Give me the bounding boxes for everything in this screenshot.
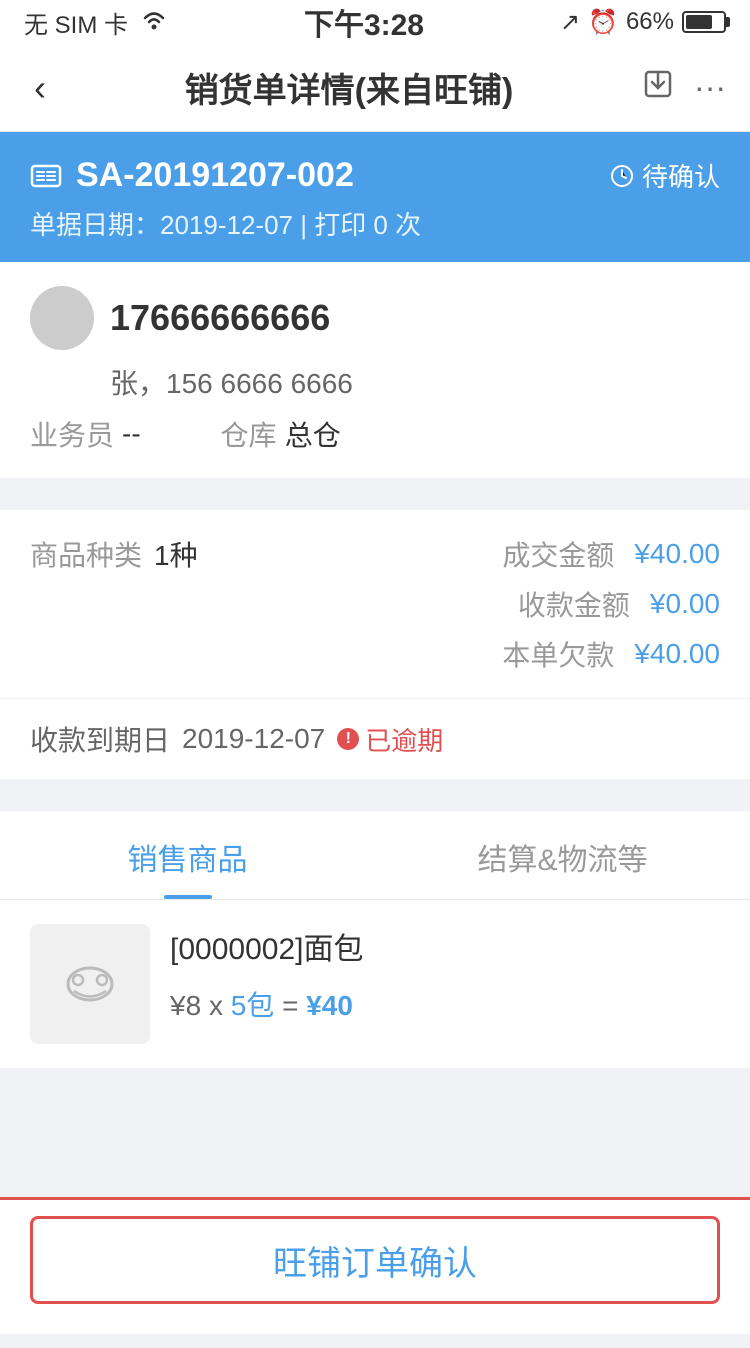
tab-label-0: 销售商品 bbox=[128, 844, 248, 877]
product-info: [0000002]面包 ¥8 x 5包 = ¥40 bbox=[170, 924, 720, 1024]
overdue-dot-icon: ! bbox=[337, 728, 359, 750]
price-total: ¥40 bbox=[306, 990, 353, 1021]
tab-bar: 销售商品 结算&物流等 bbox=[0, 811, 750, 900]
tab-label-1: 结算&物流等 bbox=[477, 844, 647, 877]
wifi-icon bbox=[140, 8, 168, 36]
due-date-value: 2019-12-07 bbox=[182, 723, 325, 755]
customer-name: 张，156 6666 6666 bbox=[30, 362, 720, 402]
price-equals: = bbox=[282, 990, 306, 1021]
order-id: SA-20191207-002 bbox=[30, 156, 354, 195]
battery-percent: 66% bbox=[626, 8, 674, 36]
product-types: 商品种类 1种 bbox=[30, 534, 375, 574]
battery-icon bbox=[682, 11, 726, 33]
tab-settlement[interactable]: 结算&物流等 bbox=[375, 811, 750, 899]
customer-phone: 17666666666 bbox=[110, 297, 330, 339]
order-status: 待确认 bbox=[610, 157, 720, 194]
divider-2 bbox=[0, 779, 750, 795]
divider-1 bbox=[0, 494, 750, 510]
product-name: [0000002]面包 bbox=[170, 924, 720, 968]
salesperson-info: 业务员 -- bbox=[30, 414, 141, 454]
due-date-label: 收款到期日 bbox=[30, 719, 170, 759]
customer-section: 17666666666 张，156 6666 6666 业务员 -- 仓库 总仓 bbox=[0, 262, 750, 478]
bottom-action: 旺铺订单确认 bbox=[0, 1197, 750, 1334]
product-types-label: 商品种类 bbox=[30, 534, 142, 574]
nav-right-actions: ··· bbox=[642, 68, 726, 108]
carrier-text: 无 SIM 卡 bbox=[24, 5, 128, 40]
price-multiply: x bbox=[209, 990, 231, 1021]
warehouse-value: 总仓 bbox=[285, 414, 341, 454]
price-unit: ¥8 bbox=[170, 990, 201, 1021]
amount-label-2: 本单欠款 bbox=[502, 634, 614, 674]
summary-section: 商品种类 1种 成交金额 ¥40.00 收款金额 ¥0.00 本单欠款 ¥40.… bbox=[0, 510, 750, 698]
warehouse-label: 仓库 bbox=[221, 414, 277, 454]
avatar bbox=[30, 286, 94, 350]
customer-meta: 业务员 -- 仓库 总仓 bbox=[30, 414, 720, 454]
order-date: 单据日期：2019-12-07 | 打印 0 次 bbox=[30, 205, 720, 242]
overdue-badge: ! 已逾期 bbox=[337, 721, 443, 758]
salesperson-label: 业务员 bbox=[30, 414, 114, 454]
amount-row-2: 本单欠款 ¥40.00 bbox=[502, 634, 720, 674]
status-right: ↗ ⏰ 66% bbox=[560, 8, 726, 37]
amount-row-0: 成交金额 ¥40.00 bbox=[502, 534, 720, 574]
tab-sales-products[interactable]: 销售商品 bbox=[0, 811, 375, 899]
location-icon: ↗ bbox=[560, 8, 580, 37]
price-qty: 5包 bbox=[231, 990, 275, 1021]
amount-label-0: 成交金额 bbox=[502, 534, 614, 574]
amount-value-2: ¥40.00 bbox=[634, 638, 720, 670]
product-section: [0000002]面包 ¥8 x 5包 = ¥40 bbox=[0, 900, 750, 1068]
product-price: ¥8 x 5包 = ¥40 bbox=[170, 984, 720, 1024]
more-button[interactable]: ··· bbox=[694, 69, 726, 106]
nav-bar: ‹ 销货单详情(来自旺铺) ··· bbox=[0, 44, 750, 132]
amount-value-1: ¥0.00 bbox=[650, 588, 720, 620]
amount-label-1: 收款金额 bbox=[518, 584, 630, 624]
salesperson-value: -- bbox=[122, 418, 141, 450]
amount-row-1: 收款金额 ¥0.00 bbox=[518, 584, 720, 624]
amounts: 成交金额 ¥40.00 收款金额 ¥0.00 本单欠款 ¥40.00 bbox=[375, 534, 720, 674]
order-header: SA-20191207-002 待确认 单据日期：2019-12-07 | 打印… bbox=[0, 132, 750, 262]
status-bar: 无 SIM 卡 下午3:28 ↗ ⏰ 66% bbox=[0, 0, 750, 44]
share-button[interactable] bbox=[642, 68, 674, 108]
alarm-icon: ⏰ bbox=[588, 8, 618, 37]
warehouse-info: 仓库 总仓 bbox=[221, 414, 341, 454]
overdue-text: 已逾期 bbox=[365, 721, 443, 758]
product-thumbnail bbox=[30, 924, 150, 1044]
confirm-order-button[interactable]: 旺铺订单确认 bbox=[30, 1216, 720, 1304]
product-types-value: 1种 bbox=[154, 534, 198, 574]
back-button[interactable]: ‹ bbox=[24, 57, 56, 119]
page-title: 销货单详情(来自旺铺) bbox=[56, 63, 642, 112]
amount-value-0: ¥40.00 bbox=[634, 538, 720, 570]
due-section: 收款到期日 2019-12-07 ! 已逾期 bbox=[0, 698, 750, 779]
status-time: 下午3:28 bbox=[304, 0, 424, 44]
status-left: 无 SIM 卡 bbox=[24, 5, 168, 40]
